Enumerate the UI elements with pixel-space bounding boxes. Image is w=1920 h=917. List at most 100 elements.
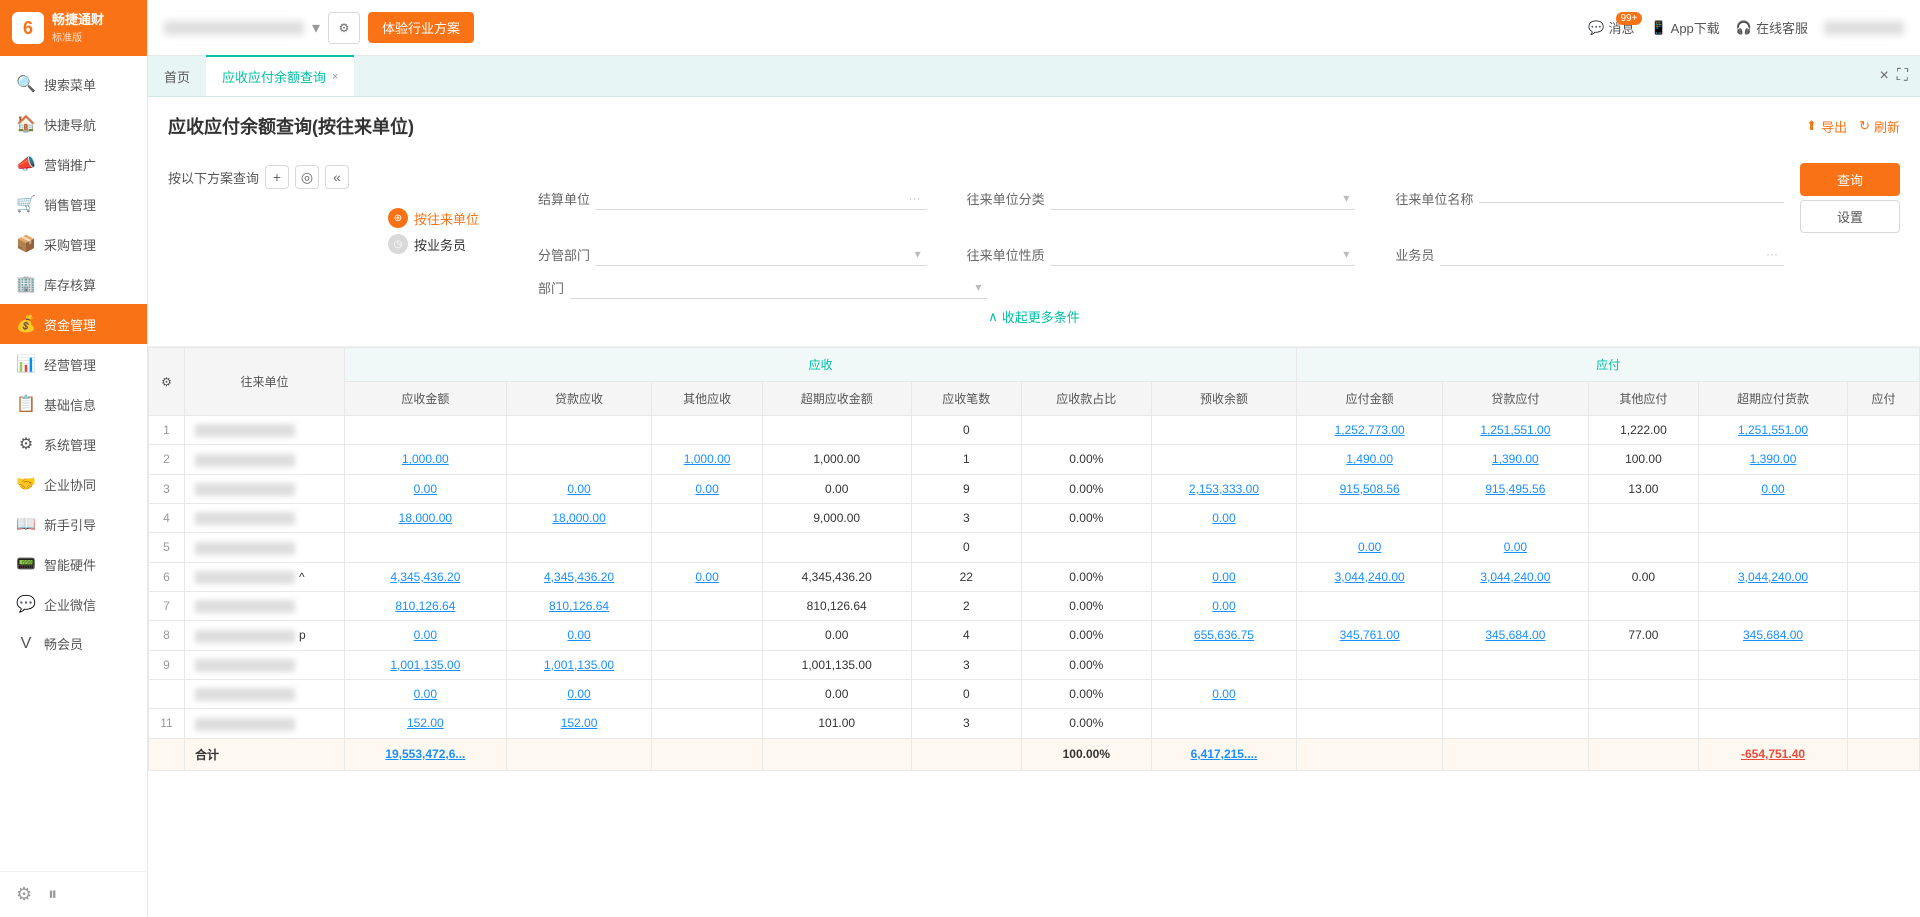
sidebar-item-label: 营销推广: [44, 155, 96, 174]
sidebar-item-inventory[interactable]: 🏢 库存核算: [0, 264, 147, 304]
collapse-bar[interactable]: ∧ 收起更多条件: [168, 299, 1900, 334]
table-row: 7810,126.64810,126.64810,126.6420.00%0.0…: [149, 591, 1920, 620]
sidebar-item-basic[interactable]: 📋 基础信息: [0, 384, 147, 424]
tab-close-icon[interactable]: ×: [332, 71, 338, 83]
table-row: 101,252,773.001,251,551.001,222.001,251,…: [149, 416, 1920, 445]
sidebar-item-collab[interactable]: 🤝 企业协同: [0, 464, 147, 504]
purchase-icon: 📦: [16, 234, 36, 254]
sidebar-item-purchase[interactable]: 📦 采购管理: [0, 224, 147, 264]
footer-recv-prepay[interactable]: 6,417,215....: [1151, 738, 1297, 770]
dept-mgr-arrow: ▾: [915, 247, 921, 261]
export-btn[interactable]: ⬆ 导出: [1806, 117, 1847, 136]
table-row: 30.000.000.000.0090.00%2,153,333.00915,5…: [149, 474, 1920, 503]
home-icon: 🏠: [16, 114, 36, 134]
th-recv-overdue: 超期应收金额: [762, 382, 911, 416]
field-label-partner-cat: 往来单位分类: [967, 189, 1045, 208]
th-group-payable: 应付: [1297, 348, 1920, 382]
system-icon: ⚙: [16, 434, 36, 454]
user-avatar[interactable]: [1824, 21, 1904, 35]
sidebar-item-marketing[interactable]: 📣 营销推广: [0, 144, 147, 184]
app-btn[interactable]: 📱 App下载: [1650, 18, 1719, 37]
sidebar-item-quick[interactable]: 🏠 快捷导航: [0, 104, 147, 144]
field-label-dept-mgr: 分管部门: [538, 245, 590, 264]
export-icon: ⬆: [1806, 118, 1817, 134]
service-btn[interactable]: 🎧 在线客服: [1736, 18, 1808, 37]
sidebar-item-label: 快捷导航: [44, 115, 96, 134]
collapse-icon: ∧: [988, 309, 998, 325]
collab-icon: 🤝: [16, 474, 36, 494]
sidebar-nav: 🔍 搜索菜单 🏠 快捷导航 📣 营销推广 🛒 销售管理 📦 采购管理 🏢 库存核…: [0, 56, 147, 871]
sidebar-item-guide[interactable]: 📖 新手引导: [0, 504, 147, 544]
table-row: 418,000.0018,000.009,000.0030.00%0.00: [149, 503, 1920, 532]
dept-mgr-input[interactable]: ▾: [596, 243, 927, 266]
window-close-btn[interactable]: ×: [1879, 67, 1888, 85]
collapse-label: 收起更多条件: [1002, 307, 1080, 326]
sidebar-footer: ⚙ ⏸: [0, 871, 147, 917]
partner-category-input[interactable]: ▾: [1051, 187, 1356, 210]
sidebar-item-label: 畅会员: [44, 634, 83, 653]
th-pay-other: 其他应付: [1588, 382, 1698, 416]
page-inner: 应收应付余额查询(按往来单位) ⬆ 导出 ↻ 刷新: [148, 97, 1920, 917]
topbar-settings-btn[interactable]: ⚙: [328, 12, 360, 44]
tab-bar: 首页 应收应付余额查询 × × ⛶: [148, 56, 1920, 97]
sidebar-item-finance[interactable]: 💰 资金管理: [0, 304, 147, 344]
filter-method-salesperson[interactable]: ◷ 按业务员: [388, 234, 508, 254]
operations-icon: 📊: [16, 354, 36, 374]
filter-settings-btn[interactable]: ◎: [295, 165, 319, 189]
app-icon: 📱: [1650, 20, 1666, 36]
footer-recv-loan: [506, 738, 652, 770]
tab-receivable[interactable]: 应收应付余额查询 ×: [206, 55, 354, 96]
filter-collapse-btn[interactable]: «: [325, 165, 349, 189]
field-label-partner-name: 往来单位名称: [1395, 189, 1473, 208]
footer-collapse-icon[interactable]: ⏸: [48, 884, 57, 905]
settings-btn[interactable]: 设置: [1800, 200, 1900, 233]
partner-nature-input[interactable]: ▾: [1051, 243, 1356, 266]
table-row: 500.000.00: [149, 533, 1920, 562]
arrow-down-icon: ▾: [1343, 191, 1349, 205]
msg-badge: 99+: [1616, 12, 1643, 25]
partner-method-icon: ⊕: [388, 208, 408, 228]
sidebar-item-label: 系统管理: [44, 435, 96, 454]
footer-settings-icon[interactable]: ⚙: [16, 884, 32, 905]
partner-name-input[interactable]: [1479, 194, 1784, 203]
main-area: ▾ ⚙ 体验行业方案 💬 消息 99+ 📱 App下载 🎧 在线客服 首页: [148, 0, 1920, 917]
settlement-unit-input[interactable]: ···: [596, 187, 927, 210]
sidebar-item-label: 销售管理: [44, 195, 96, 214]
th-recv-loan: 贷款应收: [506, 382, 652, 416]
th-pay-amount: 应付金额: [1297, 382, 1443, 416]
table-settings-icon[interactable]: ⚙: [161, 375, 172, 389]
window-expand-btn[interactable]: ⛶: [1897, 67, 1908, 85]
filter-method-partner[interactable]: ⊕ 按往来单位: [388, 208, 508, 228]
sidebar-item-member[interactable]: V 畅会员: [0, 624, 147, 663]
sidebar-item-sales[interactable]: 🛒 销售管理: [0, 184, 147, 224]
dept-input[interactable]: ▾: [570, 276, 987, 299]
msg-btn[interactable]: 💬 消息 99+: [1588, 18, 1634, 37]
table-wrapper: ⚙ 往来单位 应收 应付 应收金额 贷款应收 其他应收 超期应收金额: [148, 347, 1920, 771]
footer-recv-ratio: 100.00%: [1022, 738, 1152, 770]
footer-pay-overdue[interactable]: -654,751.40: [1699, 738, 1848, 770]
sidebar-item-hardware[interactable]: 📟 智能硬件: [0, 544, 147, 584]
refresh-btn[interactable]: ↻ 刷新: [1859, 117, 1900, 136]
th-pay-rest: 应付: [1847, 382, 1919, 416]
tab-home[interactable]: 首页: [148, 57, 206, 96]
dept-arrow: ▾: [975, 280, 981, 294]
receivable-tab-label: 应收应付余额查询: [222, 67, 326, 86]
query-btn[interactable]: 查询: [1800, 163, 1900, 196]
footer-recv-amount[interactable]: 19,553,472,6...: [345, 738, 507, 770]
sidebar-item-system[interactable]: ⚙ 系统管理: [0, 424, 147, 464]
hardware-icon: 📟: [16, 554, 36, 574]
sidebar-item-operations[interactable]: 📊 经营管理: [0, 344, 147, 384]
th-settings[interactable]: ⚙: [149, 348, 185, 416]
salesperson-input[interactable]: ···: [1440, 243, 1784, 266]
th-recv-count: 应收笔数: [911, 382, 1021, 416]
sidebar-item-label: 基础信息: [44, 395, 96, 414]
dots-icon: ···: [909, 191, 921, 205]
refresh-icon: ↻: [1859, 118, 1870, 134]
solution-btn[interactable]: 体验行业方案: [368, 12, 474, 43]
table-row: 6^4,345,436.204,345,436.200.004,345,436.…: [149, 562, 1920, 591]
wechat-icon: 💬: [16, 594, 36, 614]
sidebar-item-wechat[interactable]: 💬 企业微信: [0, 584, 147, 624]
filter-add-btn[interactable]: +: [265, 165, 289, 189]
sidebar-item-search[interactable]: 🔍 搜索菜单: [0, 64, 147, 104]
topbar-dropdown-icon[interactable]: ▾: [312, 18, 320, 38]
